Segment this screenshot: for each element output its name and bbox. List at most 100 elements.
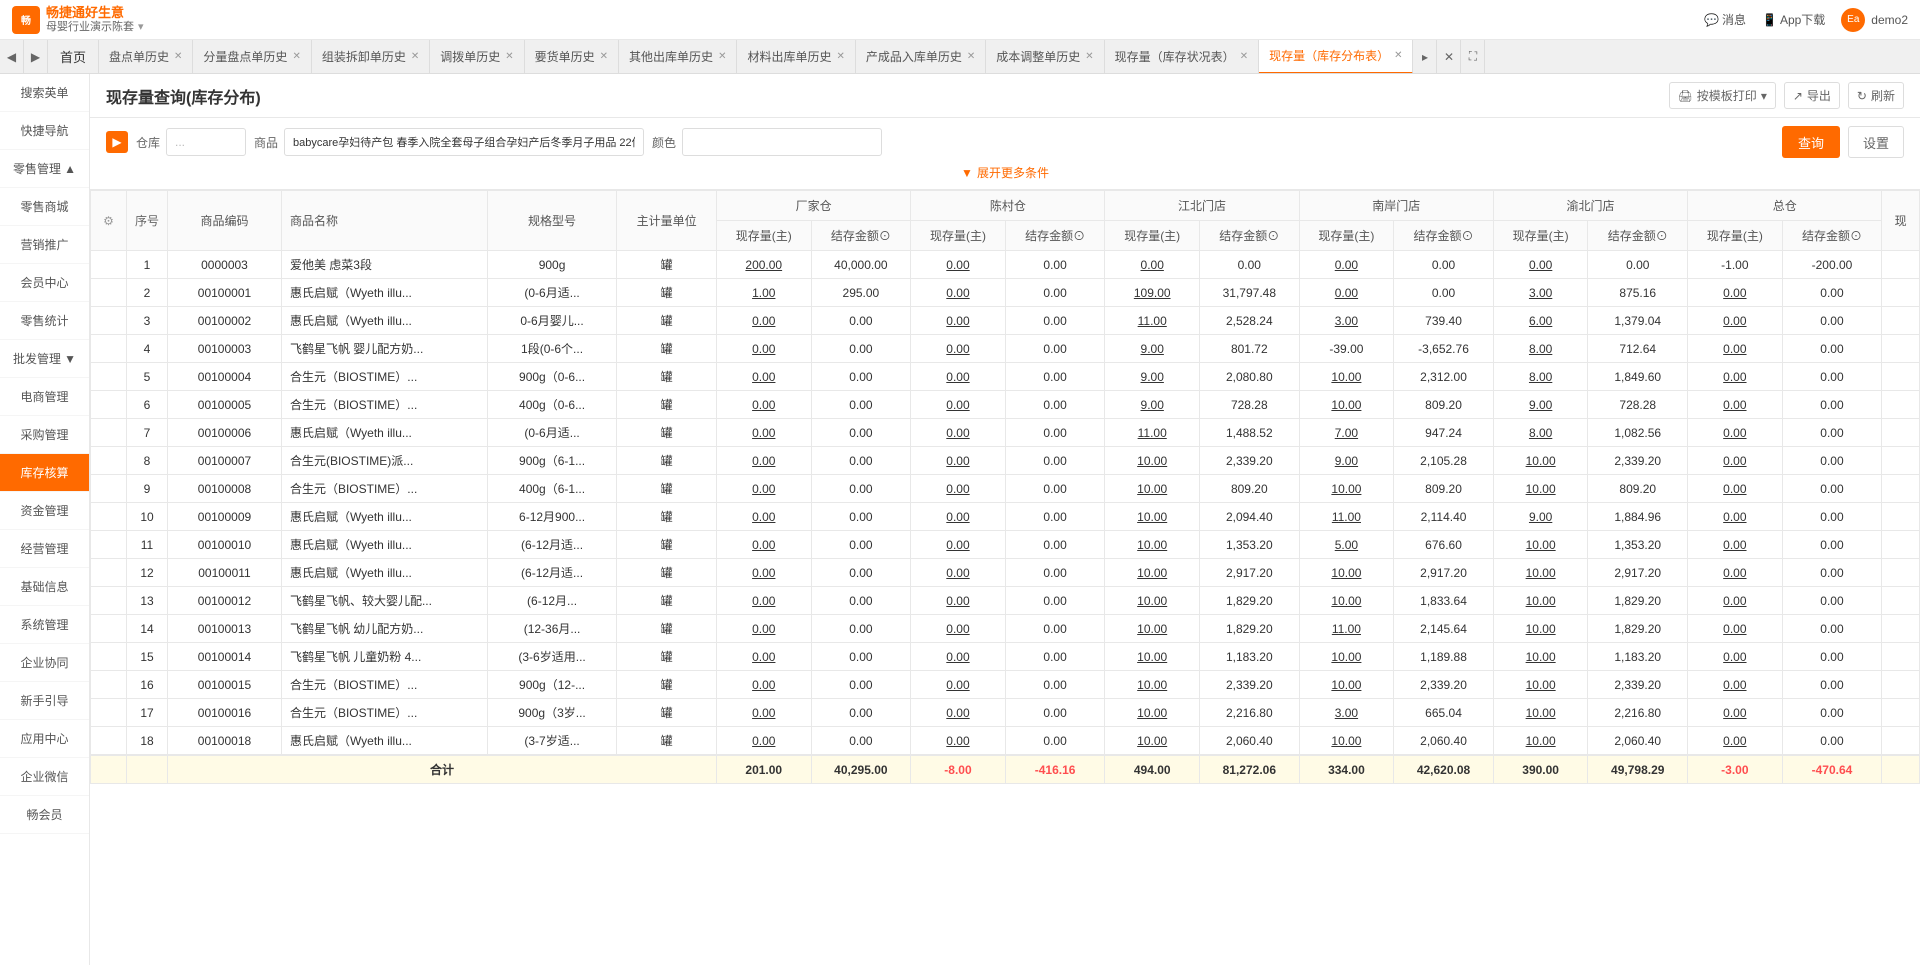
close-icon[interactable]: ✕	[411, 51, 419, 62]
sidebar-item-guide[interactable]: 新手引导	[0, 682, 89, 720]
user-area[interactable]: Ea demo2	[1841, 8, 1908, 32]
close-icon[interactable]: ✕	[1085, 51, 1093, 62]
table-row: 300100002惠氏启赋（Wyeth illu...0-6月婴儿...罐0.0…	[91, 307, 1920, 335]
table-row: 1800100018惠氏启赋（Wyeth illu...(3-7岁适...罐0.…	[91, 727, 1920, 756]
tab-group-disassembly[interactable]: 组装拆卸单历史 ✕	[312, 40, 430, 74]
th-jiangbei-amt: 结存金额⊙	[1199, 221, 1299, 251]
settings-btn[interactable]: 设置	[1848, 126, 1904, 158]
th-nanan-amt: 结存金额⊙	[1394, 221, 1494, 251]
top-bar-left: 畅 畅捷通好生意 母婴行业演示陈套 ▾	[12, 5, 144, 34]
tab-cost-adjust[interactable]: 成本调整单历史 ✕	[986, 40, 1104, 74]
arrow-icon: ▲	[64, 162, 76, 176]
logo-icon: 畅	[12, 6, 40, 34]
dropdown-icon[interactable]: ▾	[138, 21, 144, 34]
tab-product-in[interactable]: 产成品入库单历史 ✕	[856, 40, 986, 74]
th-jiangbei-qty: 现存量(主)	[1105, 221, 1200, 251]
sidebar-item-system[interactable]: 系统管理	[0, 606, 89, 644]
print-btn[interactable]: 🖨 按模板打印 ▾	[1669, 82, 1776, 109]
sidebar-item-vip[interactable]: 畅会员	[0, 796, 89, 834]
query-btn[interactable]: 查询	[1782, 126, 1840, 158]
close-icon[interactable]: ✕	[1240, 51, 1248, 62]
th-total-amt: 结存金额⊙	[1782, 221, 1882, 251]
app-download-btn[interactable]: 📱 App下载	[1762, 11, 1825, 28]
sidebar-item-retail-stats[interactable]: 零售统计	[0, 302, 89, 340]
sidebar-item-stock[interactable]: 库存核算	[0, 454, 89, 492]
expand-conditions-btn[interactable]: ▼ 展开更多条件	[949, 164, 1061, 181]
sidebar-item-retail-mgmt[interactable]: 零售管理 ▲	[0, 150, 89, 188]
th-yubeimen: 渝北门店	[1493, 191, 1687, 221]
table-row: 1700100016合生元（BIOSTIME）...900g（3岁...罐0.0…	[91, 699, 1920, 727]
warehouse-input[interactable]	[166, 128, 246, 156]
tab-material-out[interactable]: 材料出库单历史 ✕	[737, 40, 855, 74]
export-btn[interactable]: ↗ 导出	[1784, 82, 1840, 109]
table-row: 1000100009惠氏启赋（Wyeth illu...6-12月900...罐…	[91, 503, 1920, 531]
tab-other-out[interactable]: 其他出库单历史 ✕	[619, 40, 737, 74]
data-table: ⚙ 序号 商品编码 商品名称 规格型号 主计量单位 厂家仓 陈村仓 江北门店 南…	[90, 190, 1920, 784]
close-icon[interactable]: ✕	[292, 51, 300, 62]
table-row: 1600100015合生元（BIOSTIME）...900g（12-...罐0.…	[91, 671, 1920, 699]
sidebar-item-wechat[interactable]: 企业微信	[0, 758, 89, 796]
top-bar: 畅 畅捷通好生意 母婴行业演示陈套 ▾ 💬 消息 📱 App下载	[0, 0, 1920, 40]
tab-prev-btn[interactable]: ◀	[0, 40, 24, 74]
color-input[interactable]	[682, 128, 882, 156]
warehouse-filter: 仓库	[136, 128, 246, 156]
tab-stock-status[interactable]: 现存量（库存状况表） ✕	[1105, 40, 1259, 74]
tab-next-btn[interactable]: ▶	[24, 40, 48, 74]
tab-transfer[interactable]: 调拨单历史 ✕	[430, 40, 524, 74]
tab-inventory-single[interactable]: 盘点单历史 ✕	[99, 40, 193, 74]
sidebar-item-purchase[interactable]: 采购管理	[0, 416, 89, 454]
sidebar-item-basic[interactable]: 基础信息	[0, 568, 89, 606]
dropdown-icon: ▾	[1761, 89, 1767, 103]
tab-branch-inventory[interactable]: 分量盘点单历史 ✕	[193, 40, 311, 74]
message-icon: 💬	[1704, 13, 1719, 27]
close-icon[interactable]: ✕	[836, 51, 844, 62]
sidebar-item-search[interactable]: 搜索英单	[0, 74, 89, 112]
close-icon[interactable]: ✕	[967, 51, 975, 62]
product-filter: 商品	[254, 128, 644, 156]
settings-icon[interactable]: ⚙	[103, 214, 114, 228]
page-actions: 🖨 按模板打印 ▾ ↗ 导出 ↻ 刷新	[1669, 82, 1904, 109]
message-btn[interactable]: 💬 消息	[1704, 11, 1746, 28]
product-input[interactable]	[284, 128, 644, 156]
table-row: 900100008合生元（BIOSTIME）...400g（6-1...罐0.0…	[91, 475, 1920, 503]
th-settings[interactable]: ⚙	[91, 191, 127, 251]
tab-expand-btn[interactable]: ▸	[1413, 40, 1437, 74]
sidebar-item-finance[interactable]: 资金管理	[0, 492, 89, 530]
tab-purchase[interactable]: 要货单历史 ✕	[525, 40, 619, 74]
sidebar-item-quick-nav[interactable]: 快捷导航	[0, 112, 89, 150]
tab-close-btn[interactable]: ✕	[1437, 40, 1461, 74]
sidebar-item-retail-shop[interactable]: 零售商城	[0, 188, 89, 226]
sidebar-item-ecommerce[interactable]: 电商管理	[0, 378, 89, 416]
close-icon[interactable]: ✕	[600, 51, 608, 62]
tab-fullscreen-btn[interactable]: ⛶	[1461, 40, 1485, 74]
sidebar-item-marketing[interactable]: 营销推广	[0, 226, 89, 264]
tab-home[interactable]: 首页	[48, 40, 99, 74]
sidebar-item-operations[interactable]: 经营管理	[0, 530, 89, 568]
sidebar-item-collab[interactable]: 企业协同	[0, 644, 89, 682]
close-icon[interactable]: ✕	[174, 51, 182, 62]
filter-toggle-btn[interactable]: ▶	[106, 131, 128, 153]
close-icon[interactable]: ✕	[718, 51, 726, 62]
tab-stock-dist[interactable]: 现存量（库存分布表） ✕	[1259, 40, 1413, 74]
table-row: 500100004合生元（BIOSTIME）...900g（0-6...罐0.0…	[91, 363, 1920, 391]
sidebar-item-member[interactable]: 会员中心	[0, 264, 89, 302]
page-header: 现存量查询(库存分布) 🖨 按模板打印 ▾ ↗ 导出 ↻ 刷新	[90, 74, 1920, 118]
th-unit: 主计量单位	[617, 191, 717, 251]
th-current: 现	[1882, 191, 1920, 251]
th-total-qty: 现存量(主)	[1688, 221, 1783, 251]
main-layout: 搜索英单 快捷导航 零售管理 ▲ 零售商城 营销推广 会员中心 零售统计 批发管…	[0, 74, 1920, 965]
logo-area: 畅 畅捷通好生意 母婴行业演示陈套 ▾	[12, 5, 144, 34]
table-row: 1200100011惠氏启赋（Wyeth illu...(6-12月适...罐0…	[91, 559, 1920, 587]
close-icon[interactable]: ✕	[1394, 50, 1402, 61]
table-row: 400100003飞鹤星飞帆 婴儿配方奶...1段(0-6个...罐0.000.…	[91, 335, 1920, 363]
refresh-icon: ↻	[1857, 89, 1867, 103]
close-icon[interactable]: ✕	[505, 51, 513, 62]
mobile-icon: 📱	[1762, 13, 1777, 27]
sidebar-item-app[interactable]: 应用中心	[0, 720, 89, 758]
refresh-btn[interactable]: ↻ 刷新	[1848, 82, 1904, 109]
sidebar-item-wholesale[interactable]: 批发管理 ▼	[0, 340, 89, 378]
page-title: 现存量查询(库存分布)	[106, 84, 261, 108]
table-row: 1400100013飞鹤星飞帆 幼儿配方奶...(12-36月...罐0.000…	[91, 615, 1920, 643]
th-nanan-qty: 现存量(主)	[1299, 221, 1394, 251]
content-area: 现存量查询(库存分布) 🖨 按模板打印 ▾ ↗ 导出 ↻ 刷新	[90, 74, 1920, 965]
